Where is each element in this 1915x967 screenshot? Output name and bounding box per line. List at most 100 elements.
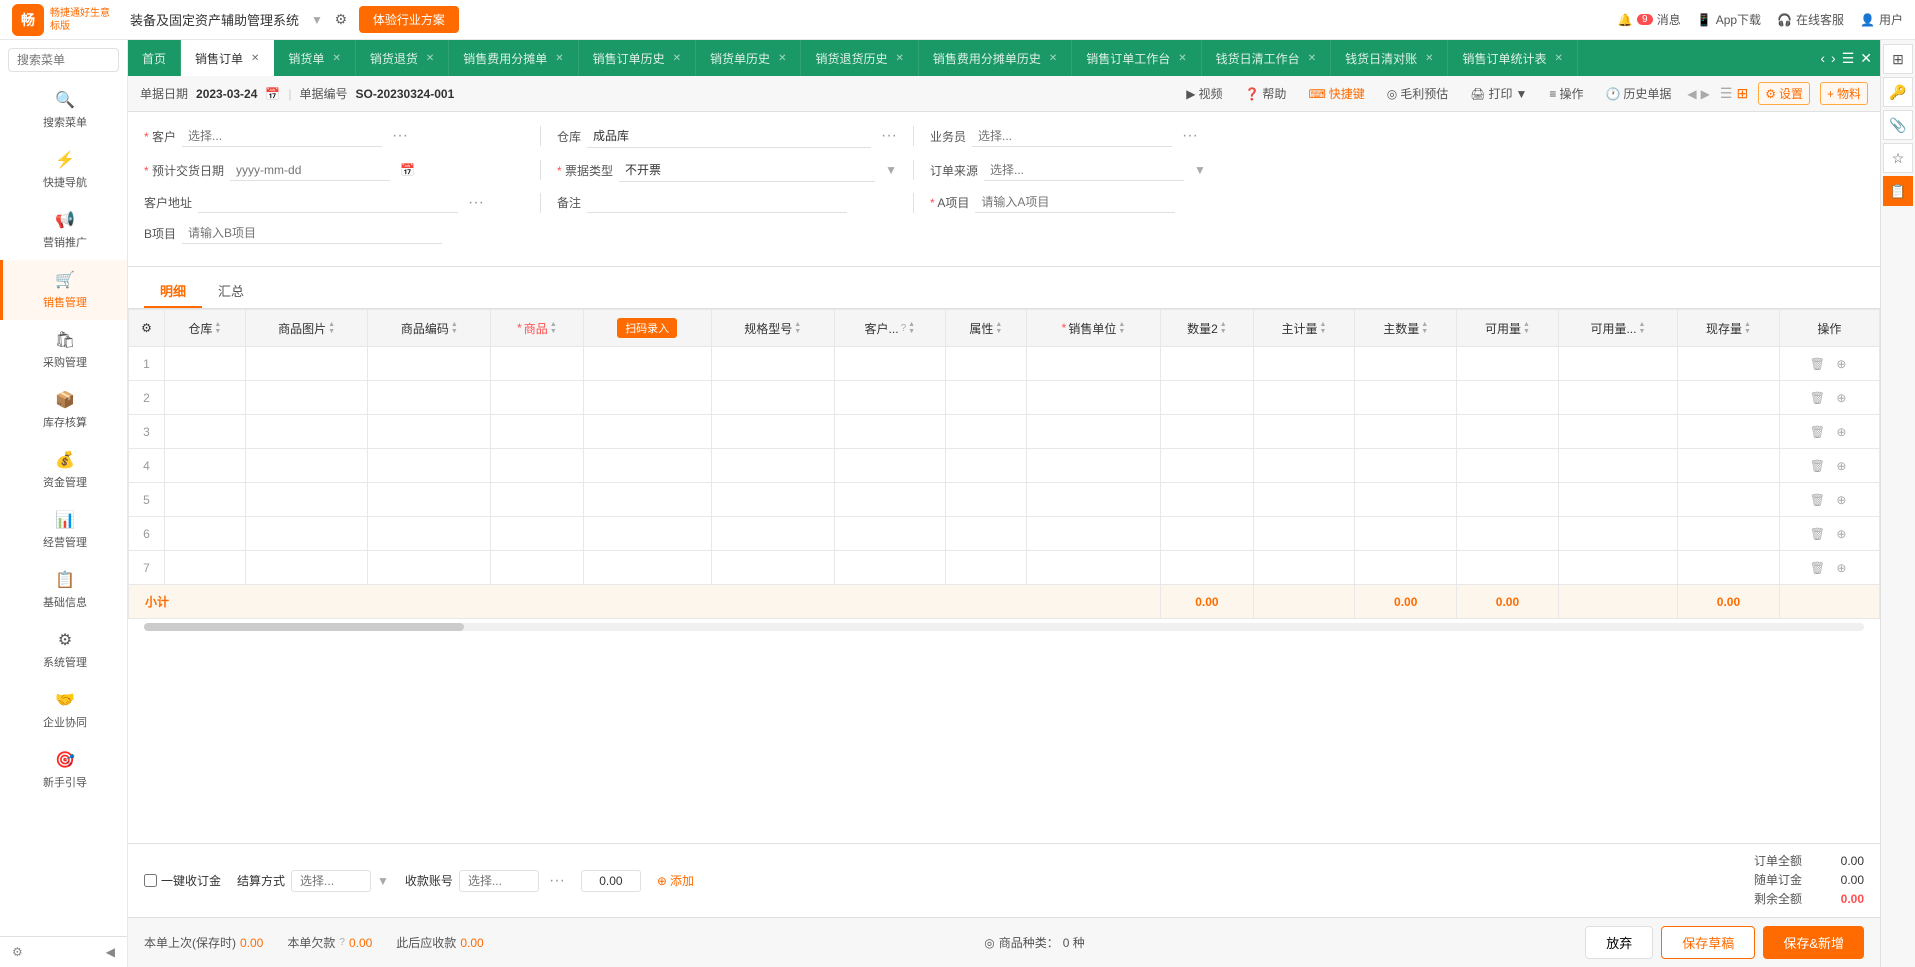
tab-invoice-history[interactable]: 销货单历史 ✕ <box>696 40 801 76</box>
right-icon-1[interactable]: ⊞ <box>1883 44 1913 74</box>
discard-button[interactable]: 放弃 <box>1585 926 1653 959</box>
horizontal-scrollbar[interactable] <box>144 623 1864 631</box>
print-btn[interactable]: 🖨 打印 ▼ <box>1464 83 1533 104</box>
calendar-icon[interactable]: 📅 <box>400 163 415 177</box>
copy-icon[interactable]: ⊕ <box>1831 558 1851 578</box>
th-customer-code[interactable]: 客户...?▲▼ <box>834 310 946 347</box>
th-sales-unit[interactable]: * 销售单位▲▼ <box>1026 310 1161 347</box>
row-spec[interactable] <box>711 347 834 381</box>
address-input[interactable] <box>198 192 458 213</box>
row-product-img[interactable] <box>245 347 368 381</box>
row-available2[interactable] <box>1558 381 1677 415</box>
question-icon[interactable]: ? <box>339 937 345 948</box>
history-btn[interactable]: 🕐 历史单据 <box>1599 83 1677 104</box>
list-view-icon[interactable]: ☰ <box>1720 85 1733 102</box>
delete-icon[interactable]: 🗑 <box>1807 558 1827 578</box>
delete-icon[interactable]: 🗑 <box>1807 422 1827 442</box>
sidebar-collapse-icon[interactable]: ◀ <box>106 945 115 959</box>
close-icon[interactable]: ✕ <box>332 53 340 64</box>
row-customer-code[interactable] <box>834 347 946 381</box>
row-warehouse[interactable] <box>165 381 246 415</box>
th-available2[interactable]: 可用量...▲▼ <box>1558 310 1677 347</box>
app-download-area[interactable]: 📱 App下载 <box>1697 11 1761 28</box>
tab-daily-reconcile[interactable]: 钱货日清对账 ✕ <box>1331 40 1448 76</box>
th-warehouse[interactable]: 仓库▲▼ <box>165 310 246 347</box>
user-area[interactable]: 👤 用户 <box>1860 11 1903 28</box>
copy-icon[interactable]: ⊕ <box>1831 456 1851 476</box>
nav-close-icon[interactable]: ✕ <box>1860 50 1872 67</box>
delete-icon[interactable]: 🗑 <box>1807 388 1827 408</box>
sidebar-item-purchase[interactable]: 🛍 采购管理 <box>0 320 127 380</box>
sidebar-item-collab[interactable]: 🤝 企业协同 <box>0 680 127 740</box>
question-icon[interactable]: ? <box>901 323 907 334</box>
tab-return-history[interactable]: 销货退货历史 ✕ <box>801 40 918 76</box>
notification-area[interactable]: 🔔 9 消息 <box>1618 11 1681 28</box>
copy-icon[interactable]: ⊕ <box>1831 524 1851 544</box>
copy-icon[interactable]: ⊕ <box>1831 490 1851 510</box>
sidebar-item-basic-info[interactable]: 📋 基础信息 <box>0 560 127 620</box>
search-input[interactable] <box>8 48 119 72</box>
row-current-stock[interactable] <box>1678 381 1780 415</box>
row-product-img[interactable] <box>245 381 368 415</box>
customer-dots-icon[interactable]: ··· <box>392 127 408 145</box>
delete-icon[interactable]: 🗑 <box>1807 354 1827 374</box>
close-icon[interactable]: ✕ <box>1555 53 1563 64</box>
row-warehouse[interactable] <box>165 415 246 449</box>
delete-icon[interactable]: 🗑 <box>1807 490 1827 510</box>
scan-button[interactable]: 扫码录入 <box>617 318 677 338</box>
note-input[interactable] <box>587 192 847 213</box>
nav-next-icon[interactable]: › <box>1831 50 1836 66</box>
th-spec[interactable]: 规格型号▲▼ <box>711 310 834 347</box>
row-available[interactable] <box>1457 347 1559 381</box>
th-main-qty[interactable]: 主数量▲▼ <box>1355 310 1457 347</box>
tab-order-workbench[interactable]: 销售订单工作台 ✕ <box>1072 40 1201 76</box>
deposit-checkbox-input[interactable] <box>144 874 157 887</box>
chevron-down-icon[interactable]: ▼ <box>1516 87 1528 101</box>
sidebar-item-finance[interactable]: 💰 资金管理 <box>0 440 127 500</box>
sidebar-item-system[interactable]: ⚙ 系统管理 <box>0 620 127 680</box>
industry-plan-button[interactable]: 体验行业方案 <box>359 6 459 33</box>
sidebar-item-inventory[interactable]: 📦 库存核算 <box>0 380 127 440</box>
chevron-down-icon[interactable]: ▼ <box>1194 163 1206 177</box>
row-available[interactable] <box>1457 381 1559 415</box>
close-icon[interactable]: ✕ <box>778 53 786 64</box>
right-icon-3[interactable]: 📎 <box>1883 110 1913 140</box>
row-sales-unit[interactable] <box>1026 381 1161 415</box>
help-btn[interactable]: ❓ 帮助 <box>1238 83 1292 104</box>
close-icon[interactable]: ✕ <box>895 53 903 64</box>
right-icon-2[interactable]: 🔑 <box>1883 77 1913 107</box>
a-project-input[interactable] <box>975 192 1175 213</box>
salesperson-input[interactable] <box>972 126 1172 147</box>
close-icon[interactable]: ✕ <box>251 53 259 64</box>
shortcut-btn[interactable]: ⌨ 快捷键 <box>1302 83 1370 104</box>
calendar-icon[interactable]: 📅 <box>265 87 280 101</box>
row-spec[interactable] <box>711 381 834 415</box>
nav-right-icon[interactable]: ▶ <box>1701 87 1710 101</box>
row-current-stock[interactable] <box>1678 347 1780 381</box>
tab-home[interactable]: 首页 <box>128 40 181 76</box>
close-icon[interactable]: ✕ <box>555 53 563 64</box>
profit-btn[interactable]: ◎ 毛利预估 <box>1381 83 1455 104</box>
one-click-deposit-checkbox[interactable]: 一键收订金 <box>144 872 221 889</box>
sidebar-item-marketing[interactable]: 📢 营销推广 <box>0 200 127 260</box>
tab-detail[interactable]: 明细 <box>144 275 202 308</box>
grid-view-icon[interactable]: ⊞ <box>1736 85 1748 102</box>
sidebar-item-search[interactable]: 🔍 搜索菜单 <box>0 80 127 140</box>
close-icon[interactable]: ✕ <box>1308 53 1316 64</box>
nav-menu-icon[interactable]: ☰ <box>1842 50 1855 67</box>
payment-input[interactable] <box>291 870 371 892</box>
row-main-unit[interactable] <box>1253 347 1355 381</box>
close-icon[interactable]: ✕ <box>1425 53 1433 64</box>
save-new-button[interactable]: 保存&新增 <box>1763 926 1864 959</box>
row-available2[interactable] <box>1558 347 1677 381</box>
close-icon[interactable]: ✕ <box>1049 53 1057 64</box>
delete-icon[interactable]: 🗑 <box>1807 524 1827 544</box>
view-btn[interactable]: ▶ 视频 <box>1180 83 1228 104</box>
order-source-input[interactable] <box>984 160 1184 181</box>
warehouse-dots-icon[interactable]: ··· <box>881 127 897 145</box>
account-dots-icon[interactable]: ··· <box>549 872 565 890</box>
row-qty2[interactable] <box>1161 381 1253 415</box>
row-main-qty[interactable] <box>1355 381 1457 415</box>
th-product-img[interactable]: 商品图片▲▼ <box>245 310 368 347</box>
th-product[interactable]: * 商品▲▼ <box>491 310 583 347</box>
